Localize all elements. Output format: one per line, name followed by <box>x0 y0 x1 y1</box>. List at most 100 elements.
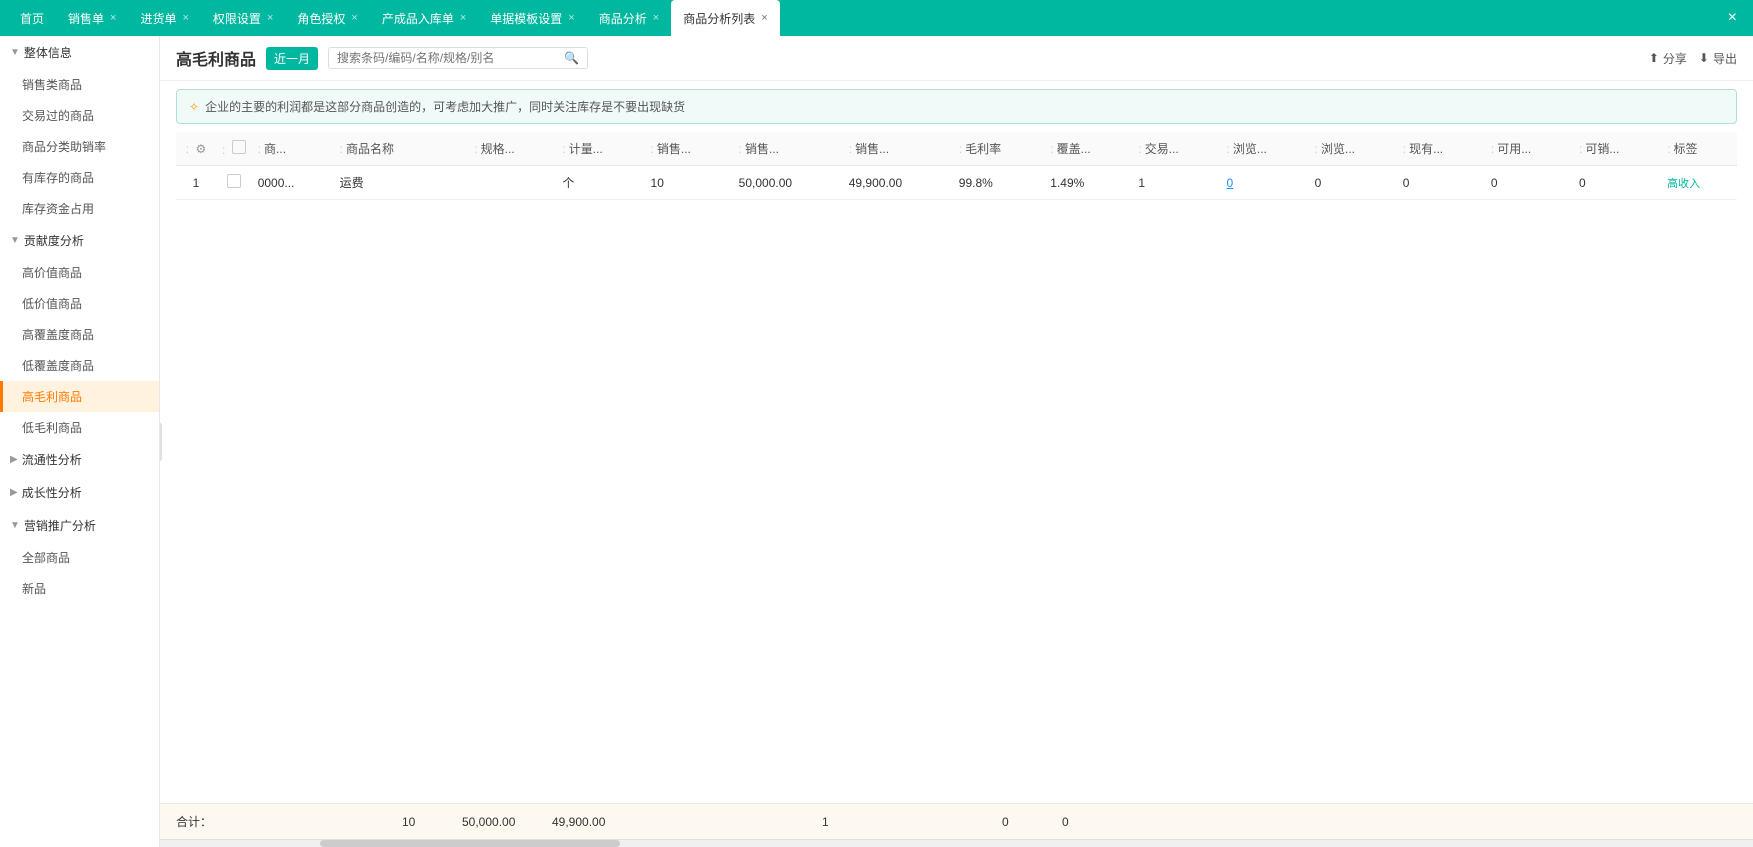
close-sales-order[interactable]: × <box>110 12 116 24</box>
th-unit: 计量... <box>556 132 644 166</box>
th-coverage: 覆盖... <box>1044 132 1132 166</box>
cell-saleable: 0 <box>1573 166 1661 200</box>
nav-purchase-order[interactable]: 进货单 × <box>128 0 200 36</box>
sidebar-item-category-rate[interactable]: 商品分类助销率 <box>0 131 159 162</box>
cell-coverage: 1.49% <box>1044 166 1132 200</box>
close-product-analysis[interactable]: × <box>653 12 659 24</box>
footer-stock: 0 <box>996 815 1056 829</box>
th-spec: 规格... <box>468 132 556 166</box>
nav-product-stock[interactable]: 产成品入库单 × <box>370 0 478 36</box>
arrow-marketing: ▼ <box>10 520 20 531</box>
sidebar-group-contribution[interactable]: ▼ 贡献度分析 <box>0 224 159 257</box>
cell-sales-amount: 50,000.00 <box>733 166 843 200</box>
sidebar-item-new-goods[interactable]: 新品 <box>0 573 159 604</box>
th-available: 可用... <box>1485 132 1573 166</box>
close-product-analysis-list[interactable]: × <box>761 12 767 24</box>
header-checkbox[interactable] <box>232 140 246 154</box>
close-product-stock[interactable]: × <box>460 12 466 24</box>
cell-name: 运费 <box>334 166 469 200</box>
sidebar-item-all-goods[interactable]: 全部商品 <box>0 542 159 573</box>
nav-home[interactable]: 首页 <box>8 0 56 36</box>
th-check <box>216 132 252 166</box>
th-sales-qty: 销售... <box>645 132 733 166</box>
th-browse1: 浏览... <box>1221 132 1309 166</box>
row-checkbox[interactable] <box>227 174 241 188</box>
cell-sales-qty: 10 <box>645 166 733 200</box>
cell-browse2: 0 <box>1309 166 1397 200</box>
data-table: ⚙ 商... 商品名称 规格... 计量... 销售... 销售... 销售..… <box>176 132 1737 200</box>
close-role-auth[interactable]: × <box>351 12 357 24</box>
arrow-contribution: ▼ <box>10 235 20 246</box>
cell-tag: 高收入 <box>1661 166 1737 200</box>
export-icon: ⬇ <box>1699 51 1709 65</box>
sidebar-item-high-coverage[interactable]: 高覆盖度商品 <box>0 319 159 350</box>
sidebar-item-low-margin[interactable]: 低毛利商品 <box>0 412 159 443</box>
sidebar-item-high-margin[interactable]: 高毛利商品 <box>0 381 159 412</box>
table-row: 1 0000... 运费 个 10 50,000.00 49,900.00 99… <box>176 166 1737 200</box>
close-purchase-order[interactable]: × <box>182 12 188 24</box>
th-gross-rate: 毛利率 <box>953 132 1044 166</box>
period-button[interactable]: 近一月 <box>266 47 318 70</box>
sidebar-group-growth[interactable]: ▶ 成长性分析 <box>0 476 159 509</box>
content-header: 高毛利商品 近一月 🔍 ⬆ 分享 ⬇ 导出 <box>160 36 1753 81</box>
arrow-circulation: ▶ <box>10 454 18 465</box>
cell-sales-profit: 49,900.00 <box>843 166 953 200</box>
footer-available: 0 <box>1056 815 1116 829</box>
close-permission-settings[interactable]: × <box>267 12 273 24</box>
cell-trade: 1 <box>1132 166 1220 200</box>
share-button[interactable]: ⬆ 分享 <box>1649 50 1687 67</box>
scrollbar-thumb[interactable] <box>320 840 620 847</box>
th-seq: ⚙ <box>176 132 216 166</box>
header-actions: ⬆ 分享 ⬇ 导出 <box>1649 50 1737 67</box>
footer-trade: 1 <box>816 815 876 829</box>
sidebar-group-circulation[interactable]: ▶ 流通性分析 <box>0 443 159 476</box>
sidebar-item-low-value[interactable]: 低价值商品 <box>0 288 159 319</box>
nav-template-settings[interactable]: 单据模板设置 × <box>478 0 586 36</box>
search-box: 🔍 <box>328 47 588 69</box>
cell-spec <box>468 166 556 200</box>
search-icon[interactable]: 🔍 <box>564 51 579 65</box>
nav-role-auth[interactable]: 角色授权 × <box>285 0 369 36</box>
cell-check[interactable] <box>216 166 252 200</box>
settings-icon[interactable]: ⚙ <box>195 142 206 156</box>
cell-unit: 个 <box>556 166 644 200</box>
search-input[interactable] <box>337 51 560 65</box>
nav-permission-settings[interactable]: 权限设置 × <box>201 0 285 36</box>
arrow-overall: ▼ <box>10 47 20 58</box>
sidebar-item-low-coverage[interactable]: 低覆盖度商品 <box>0 350 159 381</box>
cell-stock: 0 <box>1397 166 1485 200</box>
horizontal-scrollbar[interactable] <box>160 839 1753 847</box>
th-stock: 现有... <box>1397 132 1485 166</box>
sidebar-group-marketing[interactable]: ▼ 营销推广分析 <box>0 509 159 542</box>
footer-spacer2 <box>726 815 816 829</box>
th-trade: 交易... <box>1132 132 1220 166</box>
sidebar-item-high-value[interactable]: 高价值商品 <box>0 257 159 288</box>
th-code: 商... <box>252 132 334 166</box>
sidebar-item-stocked-goods[interactable]: 有库存的商品 <box>0 162 159 193</box>
th-saleable: 可销... <box>1573 132 1661 166</box>
sidebar-item-stock-capital[interactable]: 库存资金占用 <box>0 193 159 224</box>
th-sales-profit: 销售... <box>843 132 953 166</box>
cell-browse1: 0 <box>1221 166 1309 200</box>
nav-sales-order[interactable]: 销售单 × <box>56 0 128 36</box>
content-area: 《 高毛利商品 近一月 🔍 ⬆ 分享 ⬇ 导出 ✧ 企 <box>160 36 1753 847</box>
sidebar-group-overall[interactable]: ▼ 整体信息 <box>0 36 159 69</box>
footer-sales-qty: 10 <box>396 815 456 829</box>
nav-product-analysis-list[interactable]: 商品分析列表 × <box>671 0 779 36</box>
sidebar-item-traded-goods[interactable]: 交易过的商品 <box>0 100 159 131</box>
footer-sales-profit: 49,900.00 <box>546 815 636 829</box>
footer-browse2 <box>936 815 996 829</box>
footer-browse1 <box>876 815 936 829</box>
footer-bar: 合计： 10 50,000.00 49,900.00 1 0 0 <box>160 803 1753 839</box>
close-all-tabs[interactable]: × <box>1720 9 1745 27</box>
table-container: ⚙ 商... 商品名称 规格... 计量... 销售... 销售... 销售..… <box>160 132 1753 803</box>
close-template-settings[interactable]: × <box>568 12 574 24</box>
export-button[interactable]: ⬇ 导出 <box>1699 50 1737 67</box>
nav-product-analysis[interactable]: 商品分析 × <box>587 0 671 36</box>
footer-label: 合计： <box>176 813 396 830</box>
cell-gross-rate: 99.8% <box>953 166 1044 200</box>
sidebar-item-sales-goods[interactable]: 销售类商品 <box>0 69 159 100</box>
collapse-sidebar-btn[interactable]: 《 <box>160 422 162 462</box>
main-layout: ▼ 整体信息 销售类商品 交易过的商品 商品分类助销率 有库存的商品 库存资金占… <box>0 36 1753 847</box>
share-icon: ⬆ <box>1649 51 1659 65</box>
